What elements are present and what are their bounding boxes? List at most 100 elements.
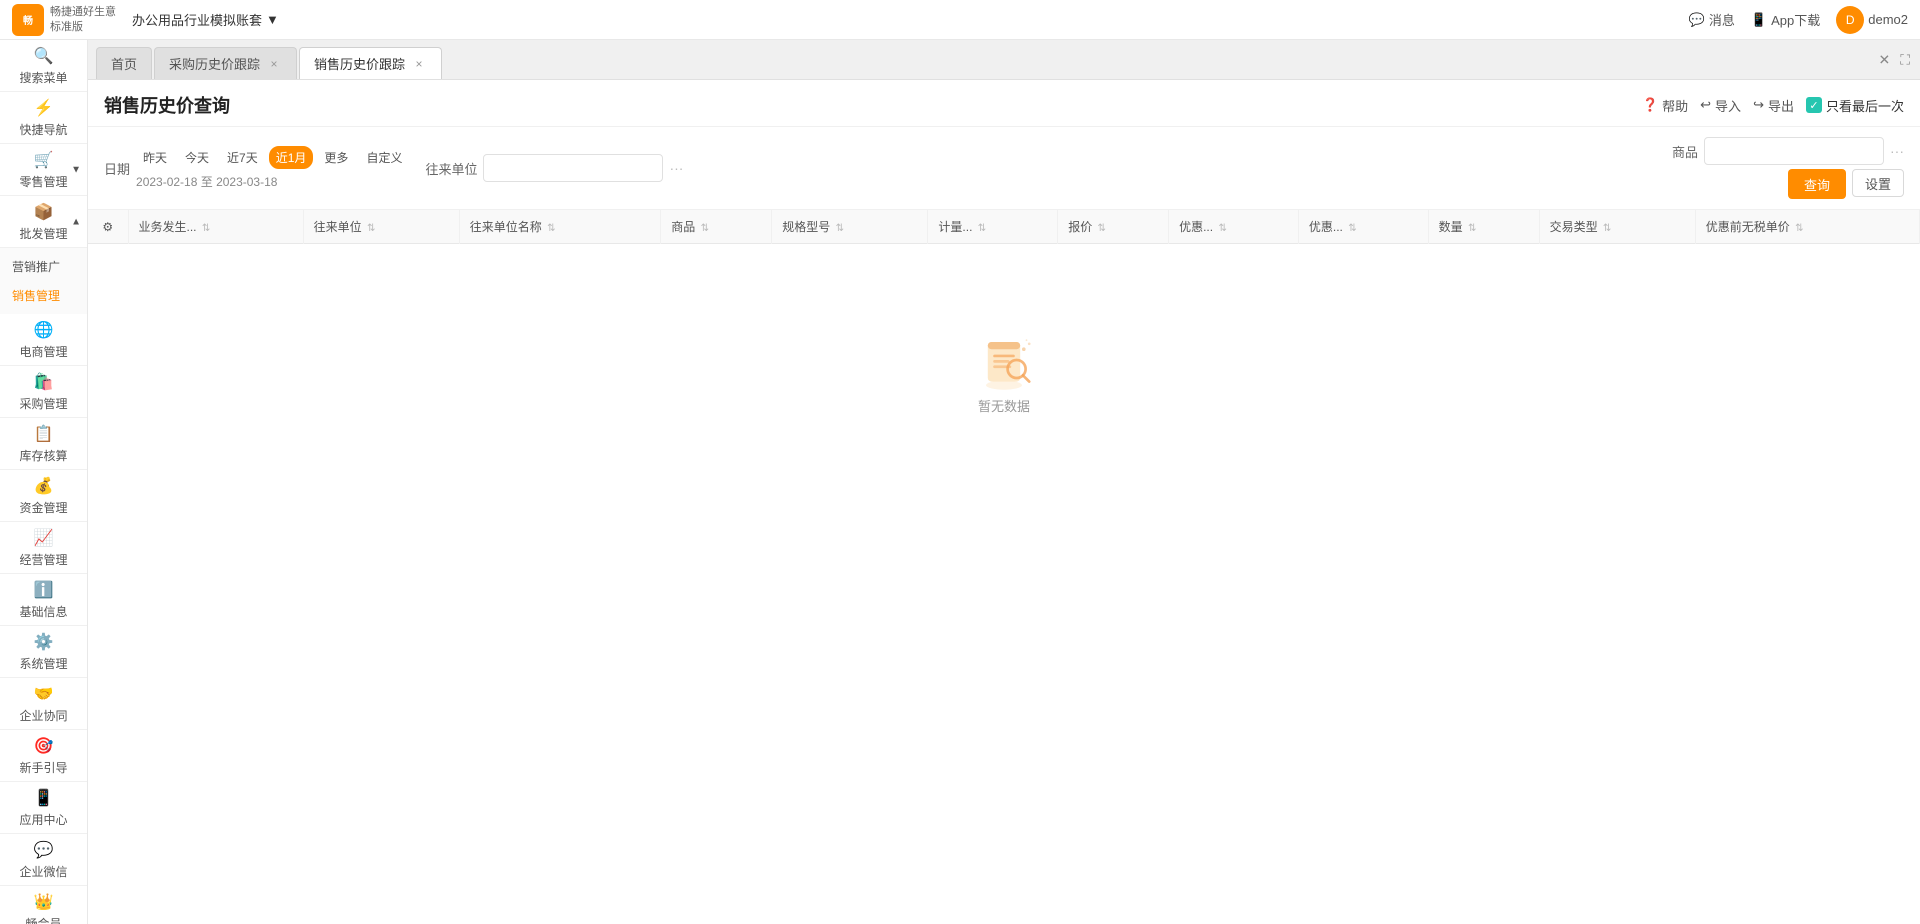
app-center-icon: 📱 [34, 788, 54, 808]
sidebar-item-finance-mgmt[interactable]: 💰 资金管理 [0, 470, 87, 522]
inventory-icon: 📋 [34, 424, 54, 444]
col-discount1[interactable]: 优惠... ⇅ [1169, 210, 1299, 244]
sidebar-sub-item-sales-mgmt[interactable]: 销售管理 [0, 281, 87, 310]
date-buttons: 昨天 今天 近7天 近1月 更多 自定义 [136, 146, 409, 169]
sidebar-item-retail-mgmt[interactable]: 🛒 零售管理 ▼ [0, 144, 87, 196]
col-biz-date[interactable]: 业务发生... ⇅ [128, 210, 303, 244]
sidebar: 🔍 搜索菜单 ⚡ 快捷导航 🛒 零售管理 ▼ 📦 批发管理 ▲ 营销推广 销售管… [0, 40, 88, 924]
col-partner-name[interactable]: 往来单位名称 ⇅ [459, 210, 661, 244]
import-icon: ↩ [1700, 97, 1711, 113]
sidebar-item-sys-settings[interactable]: ⚙️ 系统管理 [0, 626, 87, 678]
sort-icon: ⇅ [1348, 223, 1356, 234]
sort-icon: ⇅ [1795, 223, 1803, 234]
export-link[interactable]: ↪ 导出 [1753, 96, 1794, 115]
basic-info-icon: ℹ️ [34, 580, 54, 600]
sidebar-item-inventory[interactable]: 📋 库存核算 [0, 418, 87, 470]
col-settings[interactable]: ⚙ [88, 210, 128, 244]
product-input[interactable] [1704, 137, 1884, 165]
sidebar-item-basic-info[interactable]: ℹ️ 基础信息 [0, 574, 87, 626]
page-title: 销售历史价查询 [104, 92, 230, 118]
sidebar-item-wholesale-mgmt[interactable]: 📦 批发管理 ▲ [0, 196, 87, 248]
sort-icon: ⇅ [1218, 223, 1226, 234]
col-price-no-tax[interactable]: 优惠前无税单价 ⇅ [1695, 210, 1919, 244]
export-icon: ↪ [1753, 97, 1764, 113]
settings-button[interactable]: 设置 [1852, 169, 1904, 197]
wholesale-icon: 📦 [34, 202, 54, 222]
product-picker-icon[interactable]: ··· [1890, 143, 1904, 159]
tab-sales-history[interactable]: 销售历史价跟踪 × [299, 47, 442, 79]
sort-icon: ⇅ [836, 223, 844, 234]
col-unit[interactable]: 计量... ⇅ [928, 210, 1058, 244]
date-btn-yesterday[interactable]: 昨天 [136, 146, 174, 169]
page-content: 销售历史价查询 ❓ 帮助 ↩ 导入 ↪ 导出 ✓ [88, 80, 1920, 924]
sidebar-item-ecom-mgmt[interactable]: 🌐 电商管理 [0, 314, 87, 366]
app-icon: 📱 [1751, 12, 1767, 28]
col-trade-type[interactable]: 交易类型 ⇅ [1539, 210, 1695, 244]
date-btn-7days[interactable]: 近7天 [220, 146, 265, 169]
sidebar-item-ops-mgmt[interactable]: 📈 经营管理 [0, 522, 87, 574]
col-quantity[interactable]: 数量 ⇅ [1428, 210, 1539, 244]
maximize-window-icon[interactable]: ⛶ [1898, 49, 1912, 70]
tab-close-purchase[interactable]: × [266, 56, 282, 72]
empty-state-icon [968, 324, 1040, 396]
purchase-icon: 🛍️ [34, 372, 54, 392]
product-label: 商品 [1672, 142, 1698, 161]
sort-icon: ⇅ [202, 223, 210, 234]
empty-state: 暂无数据 [88, 244, 1920, 495]
col-product[interactable]: 商品 ⇅ [661, 210, 772, 244]
filter-right: 商品 ··· 查询 设置 [1672, 137, 1904, 199]
import-link[interactable]: ↩ 导入 [1700, 96, 1741, 115]
tab-purchase-history[interactable]: 采购历史价跟踪 × [154, 47, 297, 79]
workspace-selector[interactable]: 办公用品行业模拟账套 ▼ [124, 6, 287, 33]
date-btn-more[interactable]: 更多 [317, 146, 355, 169]
tab-close-sales[interactable]: × [411, 56, 427, 72]
col-spec[interactable]: 规格型号 ⇅ [772, 210, 928, 244]
tab-home[interactable]: 首页 [96, 47, 152, 79]
retail-icon: 🛒 [34, 150, 54, 170]
customer-input[interactable] [483, 154, 663, 182]
page-title-bar: 销售历史价查询 ❓ 帮助 ↩ 导入 ↪ 导出 ✓ [88, 80, 1920, 127]
sidebar-item-newbie[interactable]: 🎯 新手引导 [0, 730, 87, 782]
sidebar-item-quick-nav[interactable]: ⚡ 快捷导航 [0, 92, 87, 144]
sidebar-sub-item-marketing[interactable]: 营销推广 [0, 252, 87, 281]
date-range-text: 2023-02-18 至 2023-03-18 [136, 173, 409, 190]
chevron-down-icon: ▼ [71, 164, 81, 175]
logo-area: 畅 畅捷通好生意 标准版 [12, 4, 116, 36]
only-last-checkbox[interactable]: ✓ 只看最后一次 [1806, 96, 1904, 115]
sort-icon: ⇅ [367, 223, 375, 234]
close-window-icon[interactable]: ✕ [1876, 49, 1892, 70]
date-btn-custom[interactable]: 自定义 [359, 146, 409, 169]
msg-action[interactable]: 💬 消息 [1689, 10, 1735, 29]
newbie-icon: 🎯 [34, 736, 54, 756]
sidebar-item-biz-wechat[interactable]: 💬 企业微信 [0, 834, 87, 886]
col-discount2[interactable]: 优惠... ⇅ [1298, 210, 1428, 244]
page-actions: ❓ 帮助 ↩ 导入 ↪ 导出 ✓ 只看最后一次 [1642, 96, 1904, 115]
sidebar-item-member[interactable]: 👑 畅会员 [0, 886, 87, 924]
svg-text:畅: 畅 [23, 14, 33, 27]
sidebar-item-app-center[interactable]: 📱 应用中心 [0, 782, 87, 834]
sort-icon: ⇅ [978, 223, 986, 234]
sort-icon: ⇅ [1098, 223, 1106, 234]
query-button[interactable]: 查询 [1788, 169, 1846, 199]
sort-icon: ⇅ [701, 223, 709, 234]
sys-icon: ⚙️ [34, 632, 54, 652]
sidebar-item-purchase-mgmt[interactable]: 🛍️ 采购管理 [0, 366, 87, 418]
app-download-action[interactable]: 📱 App下载 [1751, 10, 1820, 29]
quick-nav-icon: ⚡ [34, 98, 54, 118]
sidebar-item-enterprise[interactable]: 🤝 企业协同 [0, 678, 87, 730]
dropdown-arrow-icon: ▼ [266, 12, 279, 27]
ops-icon: 📈 [34, 528, 54, 548]
date-filter-group: 日期 昨天 今天 近7天 近1月 更多 自定义 2023-02-18 至 202… [104, 146, 409, 190]
col-quote-price[interactable]: 报价 ⇅ [1058, 210, 1169, 244]
user-action[interactable]: D demo2 [1836, 6, 1908, 34]
customer-picker-icon[interactable]: ··· [669, 160, 683, 176]
date-btn-1month[interactable]: 近1月 [269, 146, 314, 169]
content-area: 首页 采购历史价跟踪 × 销售历史价跟踪 × ✕ ⛶ 销售历史价查询 [88, 40, 1920, 924]
help-link[interactable]: ❓ 帮助 [1642, 96, 1688, 115]
sort-icon: ⇅ [1468, 223, 1476, 234]
search-menu-icon: 🔍 [34, 46, 54, 66]
date-btn-today[interactable]: 今天 [178, 146, 216, 169]
header-right: 💬 消息 📱 App下载 D demo2 [1689, 6, 1908, 34]
sidebar-item-search-menu[interactable]: 🔍 搜索菜单 [0, 40, 87, 92]
col-partner-code[interactable]: 往来单位 ⇅ [303, 210, 459, 244]
